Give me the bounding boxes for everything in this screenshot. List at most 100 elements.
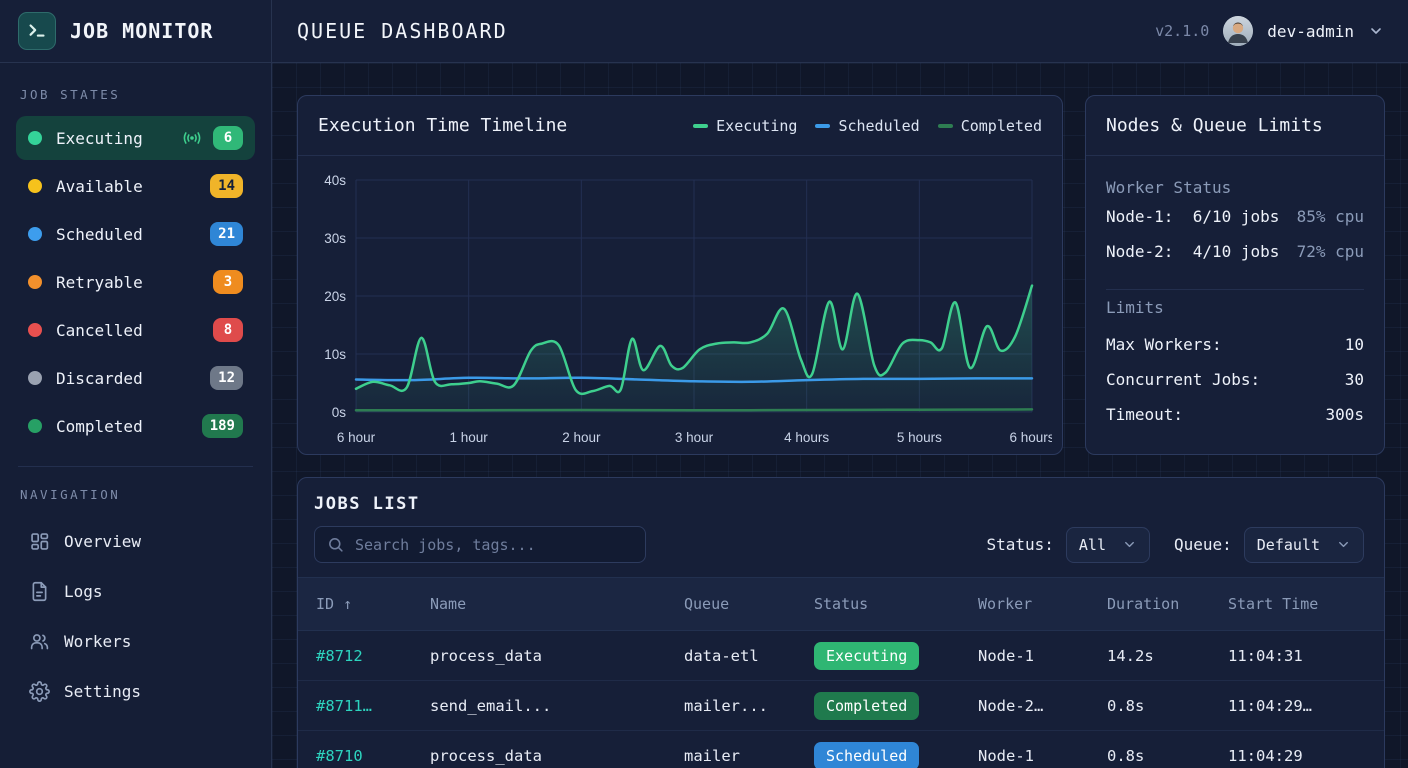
job-duration: 0.8s (1107, 746, 1145, 765)
dashboard-icon (28, 530, 50, 552)
worker-node-row: Node-1: 6/10 jobs 85% cpu (1106, 207, 1364, 242)
job-name: process_data (430, 646, 542, 665)
job-start-time: 11:04:31 (1228, 646, 1303, 665)
top-bar-right: v2.1.0 dev-admin (1155, 16, 1408, 46)
legend-item-executing: Executing (693, 117, 797, 135)
chart-body: 0s 10s 20s 30s 40s 6 hour 1 hour 2 hour 3 hour 4 … (298, 156, 1062, 460)
panels-row: Execution Time Timeline Executing Schedul… (297, 95, 1385, 455)
state-dot-icon (28, 275, 42, 289)
job-start-time: 11:04:29… (1228, 696, 1312, 715)
gear-icon (28, 680, 50, 702)
sidebar-item-workers[interactable]: Workers (16, 616, 255, 666)
nodes-body: Worker Status Node-1: 6/10 jobs 85% cpu No… (1086, 156, 1384, 446)
status-badge: Executing (814, 641, 920, 670)
state-dot-icon (28, 227, 42, 241)
sidebar-item-discarded[interactable]: Discarded 12 (16, 356, 255, 400)
job-id-link[interactable]: #8711… (316, 697, 430, 715)
sidebar-item-settings[interactable]: Settings (16, 666, 255, 716)
sidebar: JOB STATES Executing 6 Available 14 Schedule… (0, 63, 272, 768)
main-area: Execution Time Timeline Executing Schedul… (272, 63, 1408, 768)
nav-item-label: Logs (64, 581, 103, 601)
sidebar-item-executing[interactable]: Executing 6 (16, 116, 255, 160)
svg-text:6 hour: 6 hour (337, 430, 376, 445)
state-dot-icon (28, 179, 42, 193)
sidebar-item-cancelled[interactable]: Cancelled 8 (16, 308, 255, 352)
search-box (314, 526, 646, 563)
job-duration: 14.2s (1107, 646, 1154, 665)
job-status-cell: Executing (814, 641, 978, 670)
table-row[interactable]: #8711… send_email... mailer... Completed Nod… (298, 681, 1384, 731)
svg-text:4 hours: 4 hours (784, 430, 829, 445)
user-avatar[interactable] (1223, 16, 1254, 46)
limit-value: 30 (1344, 370, 1364, 389)
sidebar-item-available[interactable]: Available 14 (16, 164, 255, 208)
column-header-2[interactable]: Queue (684, 595, 814, 613)
limit-row: Max Workers: 10 (1106, 327, 1364, 362)
column-header-1[interactable]: Name (430, 595, 684, 613)
user-menu[interactable]: dev-admin (1267, 22, 1354, 41)
worker-node-row: Node-2: 4/10 jobs 72% cpu (1106, 242, 1364, 277)
sidebar-item-overview[interactable]: Overview (16, 516, 255, 566)
job-worker: Node-2… (978, 696, 1044, 715)
svg-text:0s: 0s (332, 405, 347, 420)
chevron-down-icon[interactable] (1368, 23, 1384, 39)
limits-header: Limits (1106, 298, 1164, 317)
state-dot-icon (28, 323, 42, 337)
queue-filter-value: Default (1256, 535, 1320, 554)
job-queue: data-etl (684, 646, 759, 665)
live-broadcast-icon (181, 130, 203, 146)
svg-text:40s: 40s (324, 173, 346, 188)
state-label: Executing (56, 128, 143, 148)
status-filter-value: All (1078, 535, 1106, 554)
table-row[interactable]: #8710 process_data mailer Scheduled Node-1 0.… (298, 731, 1384, 768)
state-count-badge: 14 (210, 174, 243, 198)
table-row[interactable]: #8712 process_data data-etl Executing Node-1… (298, 631, 1384, 681)
top-bar: JOB MONITOR QUEUE DASHBOARD v2.1.0 dev-a… (0, 0, 1408, 63)
jobs-head: JOBS LIST Status: All (298, 478, 1384, 577)
search-icon (327, 536, 344, 557)
node-cpu: 72% cpu (1296, 242, 1364, 261)
search-input[interactable] (314, 526, 646, 563)
column-header-5[interactable]: Duration (1107, 595, 1228, 613)
state-dot-icon (28, 419, 42, 433)
job-id-link[interactable]: #8712 (316, 647, 430, 665)
column-header-3[interactable]: Status (814, 595, 978, 613)
chevron-down-icon (1336, 537, 1351, 552)
column-header-0[interactable]: ID ↑ (316, 595, 430, 613)
status-filter-select[interactable]: All (1065, 526, 1150, 563)
job-id-link[interactable]: #8710 (316, 747, 430, 765)
job-status-cell: Scheduled (814, 741, 978, 768)
worker-status-header: Worker Status (1106, 178, 1232, 197)
jobs-panel: JOBS LIST Status: All (297, 477, 1385, 768)
nodes-panel-header: Nodes & Queue Limits (1086, 96, 1384, 156)
legend-item-completed: Completed (937, 116, 1042, 135)
column-header-6[interactable]: Start Time (1228, 595, 1384, 613)
sidebar-item-retryable[interactable]: Retryable 3 (16, 260, 255, 304)
job-queue: mailer (684, 746, 740, 765)
status-badge: Completed (814, 691, 920, 720)
svg-text:5 hours: 5 hours (897, 430, 942, 445)
sidebar-item-scheduled[interactable]: Scheduled 21 (16, 212, 255, 256)
sidebar-item-completed[interactable]: Completed 189 (16, 404, 255, 448)
job-name: send_email... (430, 696, 552, 715)
job-name: process_data (430, 746, 542, 765)
queue-filter-select[interactable]: Default (1243, 526, 1364, 563)
job-queue: mailer... (684, 696, 768, 715)
state-label: Discarded (56, 368, 143, 388)
state-label: Cancelled (56, 320, 143, 340)
jobs-title: JOBS LIST (314, 494, 420, 514)
state-count-badge: 12 (210, 366, 243, 390)
nodes-divider (1106, 289, 1364, 290)
svg-text:3 hour: 3 hour (675, 430, 714, 445)
column-header-4[interactable]: Worker (978, 595, 1107, 613)
state-label: Completed (56, 416, 143, 436)
sidebar-item-logs[interactable]: Logs (16, 566, 255, 616)
state-count-badge: 8 (213, 318, 243, 342)
legend-label: Scheduled (838, 116, 920, 135)
limit-label: Concurrent Jobs: (1106, 370, 1261, 389)
status-filter-label: Status: (986, 535, 1054, 554)
svg-text:2 hour: 2 hour (562, 430, 601, 445)
legend-label: Completed (960, 116, 1042, 135)
timeline-title: Execution Time Timeline (318, 115, 568, 136)
legend-dash (693, 123, 709, 128)
